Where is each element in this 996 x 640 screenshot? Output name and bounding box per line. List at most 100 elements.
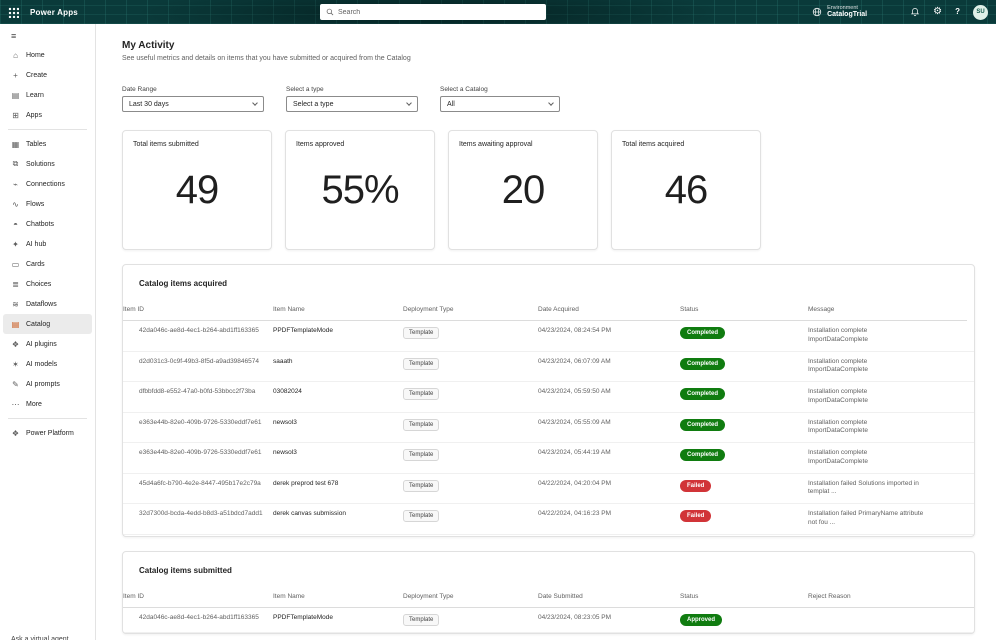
column-header: Status [680, 589, 808, 608]
sidebar-main-group: ▦ Tables ⧉ Solutions ⌁ Connections ∿ Flo… [0, 134, 95, 414]
tables-icon: ▦ [11, 139, 20, 149]
sidebar-item[interactable]: ◓ Chatbots [3, 214, 92, 234]
table-row[interactable]: e363e44b-82e0-409b-9726-5330eddf7e61 new… [123, 412, 974, 444]
search-icon [326, 8, 334, 16]
sidebar-item[interactable]: ∿ Flows [3, 194, 92, 214]
sidebar-item[interactable]: ✎ AI prompts [3, 374, 92, 394]
sidebar-item-power-platform[interactable]: ❖ Power Platform [3, 423, 92, 443]
sidebar-item[interactable]: ▦ Tables [3, 134, 92, 154]
status-badge: Failed [680, 479, 712, 492]
filter-dropdown[interactable]: Select a type [286, 96, 418, 112]
sidebar-item[interactable]: ≋ Dataflows [3, 294, 92, 314]
status-badge: Completed [680, 449, 726, 462]
filter-label: Select a type [286, 86, 324, 93]
cell-message: Installation complete ImportDataComplete [808, 381, 974, 413]
table-row[interactable]: cf8850b2-b8b3-4f4f-b13a-e5060436e68d der… [123, 534, 974, 536]
chatbots-icon: ◓ [13, 219, 18, 229]
deployment-type-tag: Template [403, 357, 440, 370]
app-name[interactable]: Power Apps [30, 8, 78, 17]
metric-value: 46 [664, 168, 709, 212]
cell-message: Installation complete ImportDataComplete [808, 412, 974, 444]
ask-virtual-agent-button[interactable]: Ask a virtual agent [11, 636, 69, 640]
sidebar-item-label: Tables [26, 140, 47, 148]
table-row[interactable]: d2d031c3-0c9f-49b3-8f5d-a9ad39846574 saa… [123, 351, 974, 383]
cell-item-name: newsol3 [273, 442, 403, 474]
sidebar-item[interactable]: ▭ Cards [3, 254, 92, 274]
sidebar-divider [8, 418, 87, 419]
column-header: Deployment Type [403, 589, 538, 608]
metrics-row: Total items submitted 49 Items approved … [122, 130, 975, 250]
chevron-down-icon [252, 100, 258, 106]
cell-item-name: derek canvas submission [273, 503, 403, 535]
cell-message: Installation complete ImportDataComplete [808, 321, 974, 352]
notifications-button[interactable] [910, 7, 920, 17]
sidebar-item[interactable]: ≣ Choices [3, 274, 92, 294]
filter-dropdown[interactable]: All [440, 96, 560, 112]
table-header-row: Item ID Item Name Deployment Type Date Acqu… [123, 302, 967, 321]
sidebar-item[interactable]: ⌁ Connections [3, 174, 92, 194]
settings-button[interactable]: ⚙ [933, 7, 942, 17]
sidebar-item[interactable]: ⋯ More [3, 394, 92, 414]
cell-date-submitted: 04/23/2024, 08:23:05 PM [538, 607, 680, 634]
status-badge: Completed [680, 357, 726, 370]
table-row[interactable]: 32d7300d-bcda-4edd-b8d3-a51bdcd7add1 der… [123, 503, 974, 535]
sidebar-item-label: Solutions [26, 160, 55, 168]
metric-value: 20 [501, 168, 546, 212]
help-button[interactable]: ? [955, 8, 960, 16]
cell-item-id: 45d4a6fc-b790-4e2e-8447-495b17e2c79a [123, 473, 273, 505]
deployment-type-tag: Template [403, 614, 440, 627]
topbar-right-cluster: Environment CatalogTrial ⚙ ? SU [812, 0, 988, 24]
environment-selector[interactable]: Environment CatalogTrial [812, 5, 867, 19]
connections-icon: ⌁ [13, 179, 18, 189]
filter-value: Select a type [293, 100, 334, 108]
page-title: My Activity [122, 40, 175, 51]
sidebar-item[interactable]: ❖ AI plugins [3, 334, 92, 354]
sidebar-item[interactable]: + Create [3, 65, 92, 85]
sidebar-item[interactable]: ⊞ Apps [3, 105, 92, 125]
sidebar-item[interactable]: ✦ AI hub [3, 234, 92, 254]
column-header: Date Submitted [538, 589, 680, 608]
waffle-icon [7, 6, 19, 18]
cell-item-id: 42da046c-ae8d-4ec1-b264-abd1ff163365 [123, 607, 273, 634]
cell-reject-reason [808, 607, 974, 634]
cell-item-id: e363e44b-82e0-409b-9726-5330eddf7e61 [123, 412, 273, 444]
cell-date-acquired: 04/23/2024, 05:44:19 AM [538, 442, 680, 474]
cell-item-name: PPDFTemplateMode [273, 321, 403, 352]
search-input[interactable] [338, 8, 540, 16]
filter-dropdown[interactable]: Last 30 days [122, 96, 264, 112]
chevron-down-icon [406, 100, 412, 106]
ai-plugins-icon: ❖ [11, 339, 20, 349]
avatar[interactable]: SU [973, 4, 988, 20]
catalog-icon: ▤ [11, 319, 20, 329]
table-row[interactable]: 45d4a6fc-b790-4e2e-8447-495b17e2c79a der… [123, 473, 974, 505]
sidebar-item[interactable]: ✶ AI models [3, 354, 92, 374]
app-launcher-button[interactable] [0, 0, 26, 24]
metric-card: Items approved 55% [285, 130, 435, 250]
cell-item-name: 03082024 [273, 381, 403, 413]
deployment-type-tag: Template [403, 449, 440, 462]
table-row[interactable]: e363e44b-82e0-409b-9726-5330eddf7e61 new… [123, 442, 974, 474]
solutions-icon: ⧉ [12, 159, 19, 168]
table-row[interactable]: 42da046c-ae8d-4ec1-b264-abd1ff163365 PPD… [123, 607, 974, 634]
sidebar-item[interactable]: ⧉ Solutions [3, 154, 92, 174]
sidebar-item[interactable]: ▤ Learn [3, 85, 92, 105]
cell-item-id: e363e44b-82e0-409b-9726-5330eddf7e61 [123, 442, 273, 474]
collapse-nav-button[interactable]: ≡ [0, 27, 95, 45]
filter-group: Date Range Last 30 days [122, 86, 264, 112]
cell-item-id: 42da046c-ae8d-4ec1-b264-abd1ff163365 [123, 321, 273, 352]
table-row[interactable]: dfbbfdd8-e552-47a0-b0fd-53bbcc2f73ba 030… [123, 381, 974, 413]
sidebar-item-label: Flows [26, 200, 45, 208]
sidebar-top-group: ⌂ Home + Create ▤ Learn ⊞ Apps [0, 45, 95, 125]
filter-group: Select a type Select a type [286, 86, 418, 112]
bell-icon [911, 8, 920, 17]
sidebar-item-label: Chatbots [26, 220, 55, 228]
cell-message: Installation complete ImportDataComplete [808, 534, 974, 536]
sidebar-item[interactable]: ⌂ Home [3, 45, 92, 65]
table-row[interactable]: 42da046c-ae8d-4ec1-b264-abd1ff163365 PPD… [123, 321, 974, 352]
help-icon: ? [955, 7, 960, 16]
environment-icon [812, 7, 822, 17]
menu-icon: ≡ [11, 31, 17, 41]
metric-card: Total items acquired 46 [611, 130, 761, 250]
sidebar-item[interactable]: ▤ Catalog [3, 314, 92, 334]
acquired-table-scroll-area[interactable]: 42da046c-ae8d-4ec1-b264-abd1ff163365 PPD… [123, 321, 974, 536]
